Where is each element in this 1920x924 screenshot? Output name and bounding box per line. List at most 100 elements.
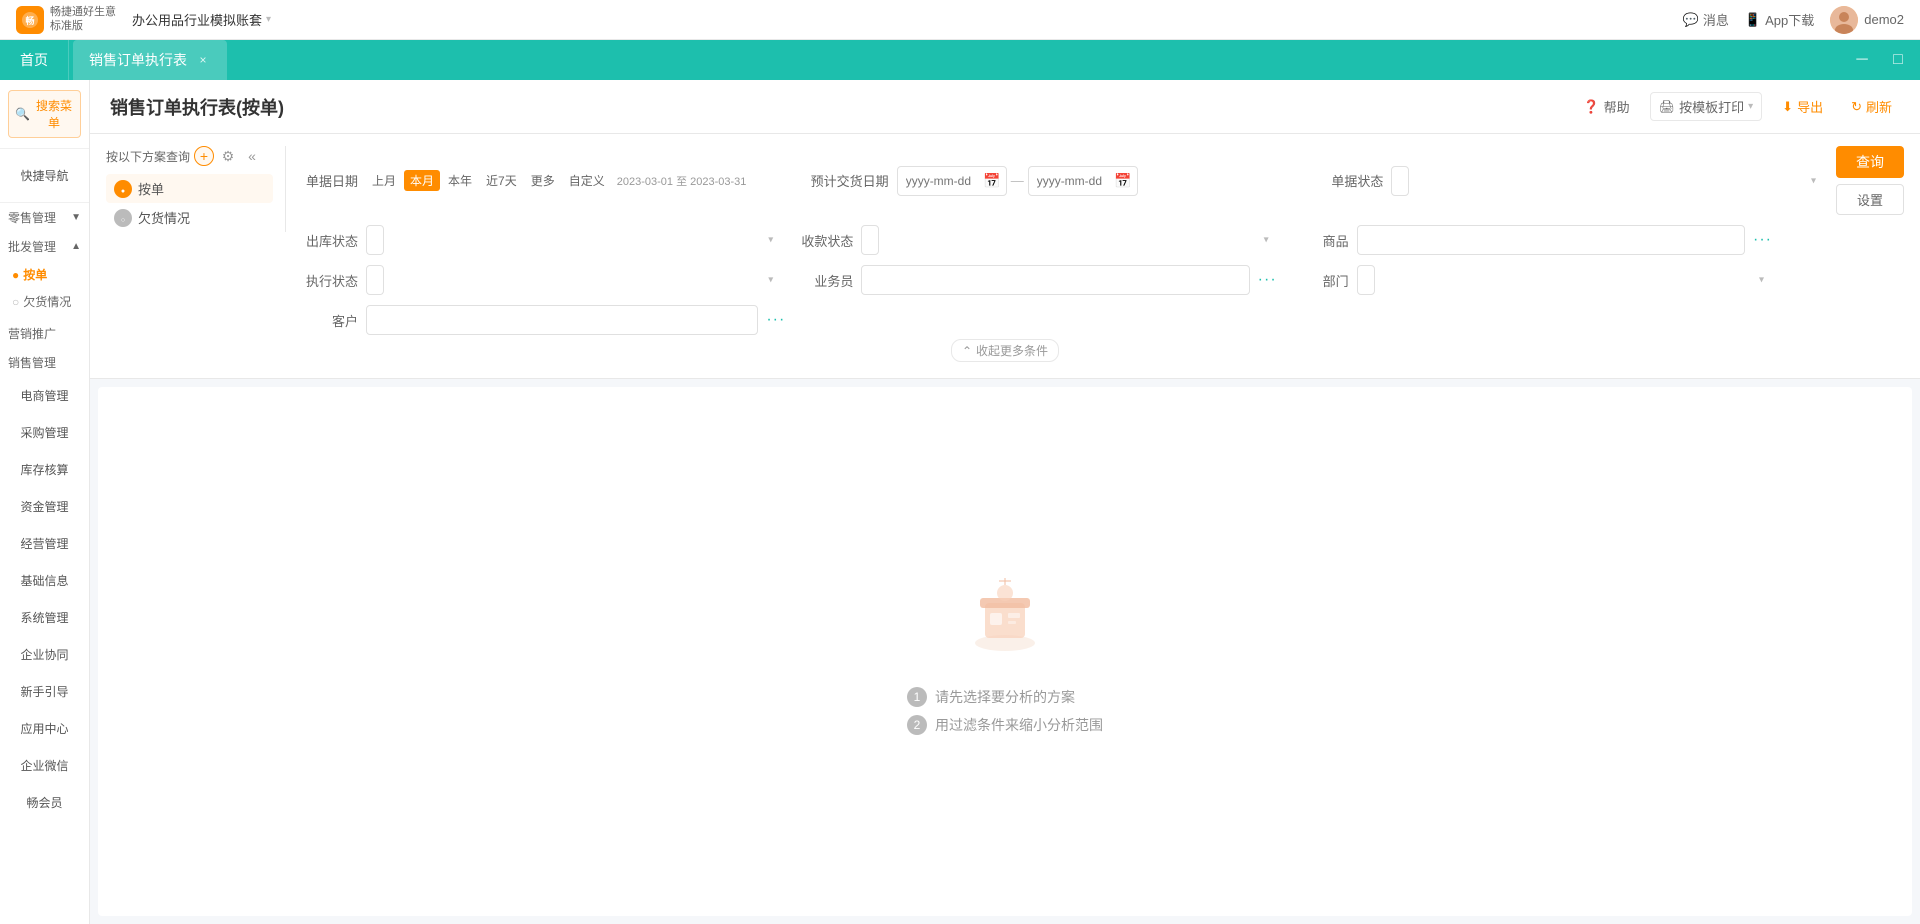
export-button[interactable]: ⬇ 导出 [1774,93,1831,120]
chevron-down-icon: ▾ [1264,235,1269,246]
filter-salesperson-field: 业务员 ··· [793,265,1276,295]
logo-icon: 畅 [16,6,44,34]
sidebar-item-guide[interactable]: 新手引导 [4,675,85,708]
filter-fields-section: 单据日期 上月 本月 本年 近7天 更多 自定义 20 [298,146,1904,335]
filter-exec-status-field: 执行状态 ▾ [298,265,781,295]
expected-date-start-input[interactable] [897,166,1007,196]
tab-home[interactable]: 首页 [0,40,69,80]
payment-status-select[interactable] [861,225,879,255]
collapse-icon: ⌃ [962,344,972,358]
app-download-button[interactable]: 📱 App下载 [1745,10,1814,29]
date-range-text: 2023-03-01 至 2023-03-31 [617,173,747,189]
payment-status-label: 收款状态 [793,231,853,250]
customer-input[interactable] [366,305,758,335]
date-tab-last-month[interactable]: 上月 [366,170,402,191]
sidebar-item-sales[interactable]: 销售管理 [0,348,89,377]
empty-tip-1: 1 请先选择要分析的方案 [907,687,1103,707]
sidebar-search-section: 🔍 搜索菜单 [0,80,89,149]
tip-num-1: 1 [907,687,927,707]
app-selector[interactable]: 办公用品行业模拟账套 ▾ [124,6,279,33]
empty-state: 1 请先选择要分析的方案 2 用过滤条件来缩小分析范围 [98,387,1912,916]
print-button[interactable]: 🖨 按模板打印 ▾ [1650,92,1763,121]
status-select[interactable] [1391,166,1409,196]
sidebar-item-member[interactable]: 畅会员 [4,786,85,819]
filter-delivery-status-field: 出库状态 ▾ [298,225,781,255]
help-button[interactable]: ❓ 帮助 [1575,93,1637,120]
status-label: 单据状态 [1323,171,1383,190]
date-tab-custom[interactable]: 自定义 [563,170,611,191]
search-menu-button[interactable]: 🔍 搜索菜单 [8,90,81,138]
filter-payment-status-field: 收款状态 ▾ [793,225,1276,255]
scheme-settings-button[interactable]: ⚙ [218,146,238,166]
date-range-inputs: 📅 — 📅 [897,166,1138,196]
help-icon: ❓ [1583,99,1599,115]
sidebar-item-operation[interactable]: 经营管理 [4,527,85,560]
tab-close-button[interactable]: × [195,52,211,68]
customer-dots-button[interactable]: ··· [766,311,785,329]
refresh-button[interactable]: ↻ 刷新 [1843,93,1900,120]
sidebar-item-purchase[interactable]: 采购管理 [4,416,85,449]
delivery-status-select[interactable] [366,225,384,255]
message-button[interactable]: 💬 消息 [1683,10,1729,29]
scheme-item-debt[interactable]: ○ 欠货情况 [106,203,273,232]
sidebar-item-system[interactable]: 系统管理 [4,601,85,634]
search-icon: 🔍 [15,107,30,121]
sidebar-item-ecommerce[interactable]: 电商管理 [4,379,85,412]
tab-maximize-button[interactable]: □ [1884,46,1912,74]
sidebar-item-app-center[interactable]: 应用中心 [4,712,85,745]
collapse-button[interactable]: ⌃ 收起更多条件 [951,339,1059,362]
scheme-debt-icon: ○ [114,209,132,227]
tab-minimize-button[interactable]: ─ [1848,46,1876,74]
tip-text-2: 用过滤条件来缩小分析范围 [935,715,1103,735]
sidebar-item-finance[interactable]: 资金管理 [4,490,85,523]
sidebar-item-retail[interactable]: 零售管理 ▼ [0,203,89,232]
dept-label: 部门 [1289,271,1349,290]
empty-tips: 1 请先选择要分析的方案 2 用过滤条件来缩小分析范围 [907,687,1103,735]
page-title: 销售订单执行表(按单) [110,94,284,120]
filter-date-field: 单据日期 上月 本月 本年 近7天 更多 自定义 20 [298,170,799,191]
chevron-down-icon: ▾ [1748,101,1753,112]
filter-dept-field: 部门 ▾ [1289,265,1772,295]
sidebar-sub-item-order[interactable]: ● 按单 [4,261,85,288]
date-tab-this-year[interactable]: 本年 [442,170,478,191]
date-separator: — [1011,173,1024,188]
delivery-status-label: 出库状态 [298,231,358,250]
sidebar-item-wholesale[interactable]: 批发管理 ▲ [0,232,89,261]
sidebar-item-corp-wechat[interactable]: 企业微信 [4,749,85,782]
scheme-add-button[interactable]: + [194,146,214,166]
expected-date-label: 预计交货日期 [811,171,889,190]
salesperson-input[interactable] [861,265,1249,295]
username-label: demo2 [1864,12,1904,27]
chevron-down-icon: ▾ [266,14,271,25]
sidebar-item-enterprise[interactable]: 企业协同 [4,638,85,671]
exec-status-select[interactable] [366,265,384,295]
sidebar-item-quick-nav[interactable]: 快捷导航 [4,159,85,192]
date-tab-last7[interactable]: 近7天 [480,170,523,191]
search-button[interactable]: 查询 [1836,146,1904,178]
salesperson-dots-button[interactable]: ··· [1258,271,1277,289]
sidebar-sub-item-debt[interactable]: ○ 欠货情况 [4,288,85,315]
filter-buttons: 查询 设置 [1836,146,1904,215]
tab-sales-order[interactable]: 销售订单执行表 × [73,40,227,80]
filter-panel: 按以下方案查询 + ⚙ « ● 按单 [90,134,1920,379]
user-avatar[interactable]: demo2 [1830,6,1904,34]
date-tab-this-month[interactable]: 本月 [404,170,440,191]
collapse-label: 收起更多条件 [976,342,1048,359]
sidebar-item-marketing[interactable]: 营销推广 [0,319,89,348]
expected-date-end-input[interactable] [1028,166,1138,196]
scheme-collapse-button[interactable]: « [242,146,262,166]
app-title: 办公用品行业模拟账套 [132,10,262,29]
chevron-down-icon: ▾ [768,235,773,246]
date-tab-more[interactable]: 更多 [525,170,561,191]
goods-dots-button[interactable]: ··· [1753,231,1772,249]
goods-input[interactable] [1357,225,1745,255]
settings-button[interactable]: 设置 [1836,184,1904,215]
scheme-header-label: 按以下方案查询 [106,148,190,165]
tip-num-2: 2 [907,715,927,735]
dept-select[interactable] [1357,265,1375,295]
filter-expected-date-field: 预计交货日期 📅 — 📅 [811,166,1312,196]
scheme-item-order[interactable]: ● 按单 [106,174,273,203]
sidebar-item-inventory[interactable]: 库存核算 [4,453,85,486]
sidebar-item-basic[interactable]: 基础信息 [4,564,85,597]
circle-icon: ● [12,268,19,282]
